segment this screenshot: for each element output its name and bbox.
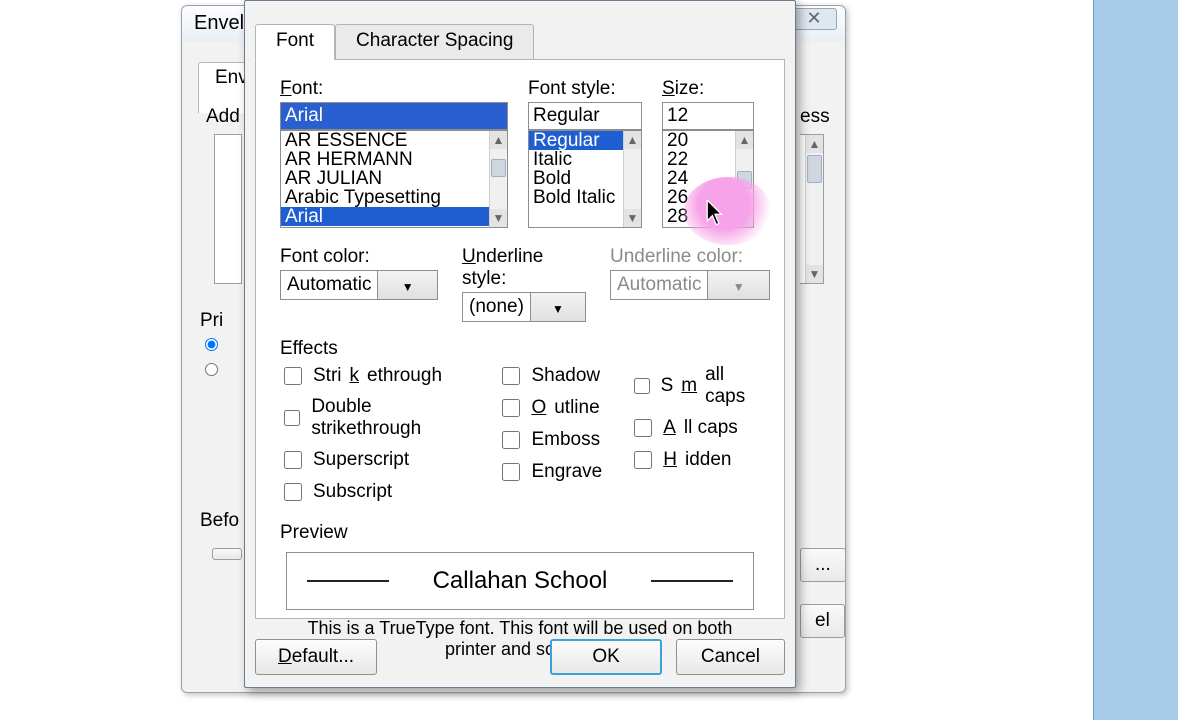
font-style-label: Font style: bbox=[528, 78, 642, 100]
bg-radio-2[interactable] bbox=[200, 360, 223, 382]
size-input[interactable] bbox=[662, 102, 754, 130]
checkbox-strikethrough[interactable]: Strikethrough bbox=[280, 364, 470, 388]
effects-header: Effects bbox=[280, 338, 760, 360]
checkbox-emboss[interactable]: Emboss bbox=[498, 428, 602, 452]
font-listbox[interactable]: AR ESSENCE AR HERMANN AR JULIAN Arabic T… bbox=[280, 130, 508, 228]
font-item-selected[interactable]: Arial bbox=[281, 207, 507, 226]
font-item[interactable]: Arabic Typesetting bbox=[281, 188, 507, 207]
bg-address-label: Add bbox=[206, 106, 240, 128]
size-column: Size: 20 22 24 26 28 ▲▼ bbox=[662, 78, 754, 228]
preview-line-right bbox=[651, 580, 733, 582]
cancel-button[interactable]: Cancel bbox=[676, 639, 785, 675]
bg-button-left[interactable] bbox=[212, 548, 242, 560]
bg-button-cancel-tail[interactable]: el bbox=[800, 604, 845, 638]
scroll-thumb[interactable] bbox=[737, 171, 752, 189]
checkbox-subscript[interactable]: Subscript bbox=[280, 480, 470, 504]
font-style-column: Font style: Regular Italic Bold Bold Ita… bbox=[528, 78, 642, 228]
checkbox-double-strikethrough[interactable]: Double strikethrough bbox=[280, 396, 470, 440]
dialog-button-row: Default... OK Cancel bbox=[255, 639, 785, 675]
scroll-up-icon[interactable]: ▲ bbox=[736, 131, 753, 149]
bg-right-textarea[interactable]: ▲▼ bbox=[800, 134, 824, 284]
size-label: Size: bbox=[662, 78, 754, 100]
checkbox-superscript[interactable]: Superscript bbox=[280, 448, 470, 472]
preview-header: Preview bbox=[280, 522, 760, 544]
checkbox-outline[interactable]: Outline bbox=[498, 396, 602, 420]
scrollbar[interactable]: ▲▼ bbox=[735, 131, 753, 227]
font-label: Font: bbox=[280, 78, 508, 100]
tab-bar: FontCharacter Spacing Font: AR ESSENCE A… bbox=[255, 23, 785, 619]
close-button[interactable]: ✕ bbox=[791, 8, 837, 30]
side-bar bbox=[1093, 0, 1178, 720]
preview-box: Callahan School bbox=[286, 552, 754, 610]
font-color-combo[interactable]: Automatic ▼ bbox=[280, 270, 438, 300]
bg-before-label: Befo bbox=[200, 510, 239, 532]
font-item[interactable]: AR ESSENCE bbox=[281, 131, 507, 150]
font-color-label: Font color: bbox=[280, 246, 438, 268]
bg-address-textarea[interactable] bbox=[214, 134, 242, 284]
underline-style-value: (none) bbox=[463, 293, 530, 321]
bg-print-group: Pri bbox=[200, 310, 223, 385]
font-item[interactable]: AR JULIAN bbox=[281, 169, 507, 188]
font-style-input[interactable] bbox=[528, 102, 642, 130]
bg-ess-label: ess bbox=[800, 106, 830, 128]
checkbox-shadow[interactable]: Shadow bbox=[498, 364, 602, 388]
preview-text: Callahan School bbox=[433, 567, 608, 595]
scrollbar[interactable]: ▲▼ bbox=[489, 131, 507, 227]
tab-font[interactable]: Font bbox=[255, 24, 335, 60]
tab-character-spacing[interactable]: Character Spacing bbox=[335, 24, 534, 60]
underline-color-label: Underline color: bbox=[610, 246, 770, 268]
font-dialog: FontCharacter Spacing Font: AR ESSENCE A… bbox=[244, 0, 796, 688]
scroll-down-icon[interactable]: ▼ bbox=[490, 209, 507, 227]
chevron-down-icon: ▼ bbox=[377, 271, 437, 299]
effects-grid: Strikethrough Double strikethrough Super… bbox=[280, 364, 760, 504]
ok-button[interactable]: OK bbox=[550, 639, 661, 675]
bg-button-dots[interactable]: ... bbox=[800, 548, 846, 582]
checkbox-small-caps[interactable]: Small caps bbox=[630, 364, 760, 408]
bg-radio-1[interactable] bbox=[200, 335, 223, 357]
underline-style-label: Underline style: bbox=[462, 246, 586, 290]
checkbox-hidden[interactable]: Hidden bbox=[630, 448, 760, 472]
checkbox-all-caps[interactable]: All caps bbox=[630, 416, 760, 440]
font-input[interactable] bbox=[280, 102, 508, 130]
underline-color-combo: Automatic ▼ bbox=[610, 270, 770, 300]
scroll-thumb[interactable] bbox=[491, 159, 506, 177]
scroll-down-icon[interactable]: ▼ bbox=[624, 209, 641, 227]
scrollbar[interactable]: ▲▼ bbox=[623, 131, 641, 227]
font-column: Font: AR ESSENCE AR HERMANN AR JULIAN Ar… bbox=[280, 78, 508, 228]
font-style-listbox[interactable]: Regular Italic Bold Bold Italic ▲▼ bbox=[528, 130, 642, 228]
scroll-down-icon[interactable]: ▼ bbox=[736, 209, 753, 227]
chevron-down-icon: ▼ bbox=[707, 271, 769, 299]
default-button[interactable]: Default... bbox=[255, 639, 377, 675]
size-listbox[interactable]: 20 22 24 26 28 ▲▼ bbox=[662, 130, 754, 228]
underline-color-value: Automatic bbox=[611, 271, 707, 299]
scroll-up-icon[interactable]: ▲ bbox=[624, 131, 641, 149]
tab-panel-font: Font: AR ESSENCE AR HERMANN AR JULIAN Ar… bbox=[255, 59, 785, 619]
font-item[interactable]: AR HERMANN bbox=[281, 150, 507, 169]
chevron-down-icon: ▼ bbox=[530, 293, 585, 321]
scroll-up-icon[interactable]: ▲ bbox=[490, 131, 507, 149]
checkbox-engrave[interactable]: Engrave bbox=[498, 460, 602, 484]
underline-style-combo[interactable]: (none) ▼ bbox=[462, 292, 586, 322]
preview-line-left bbox=[307, 580, 389, 582]
font-color-value: Automatic bbox=[281, 271, 377, 299]
